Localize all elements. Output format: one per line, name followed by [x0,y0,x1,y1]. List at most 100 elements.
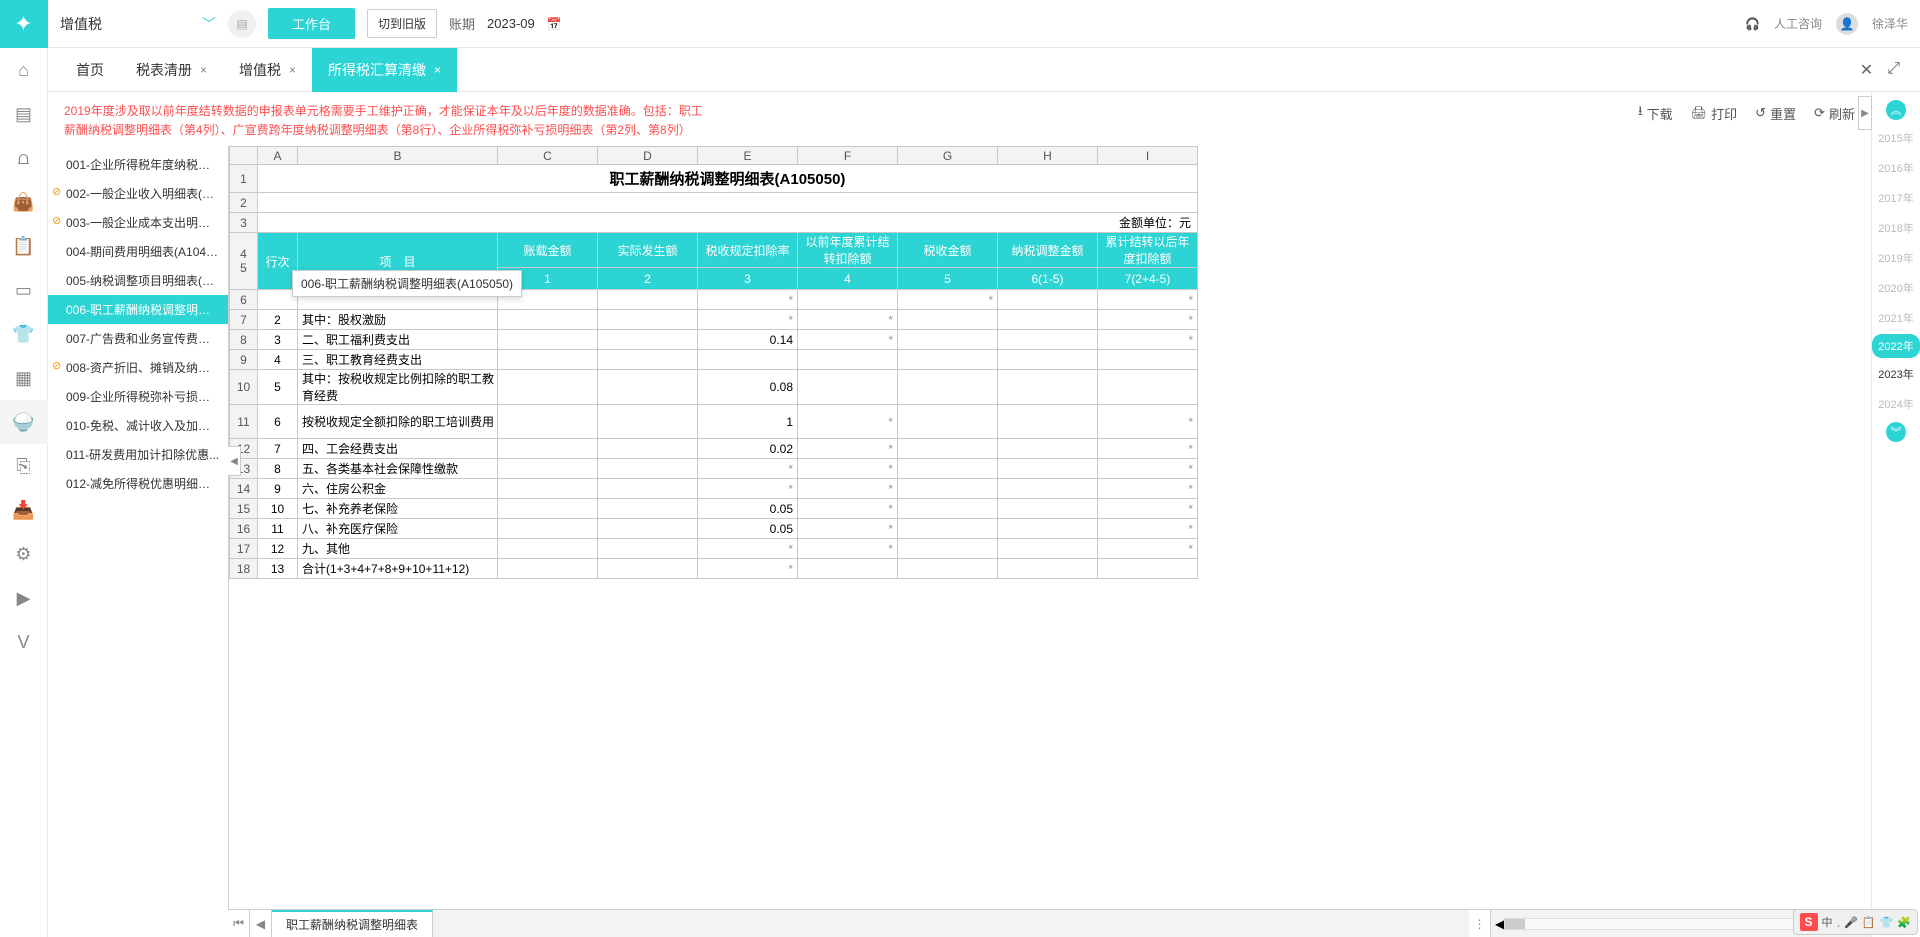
data-cell[interactable]: * [698,290,798,310]
data-cell[interactable]: * [698,479,798,499]
nav-bag-icon[interactable]: 👜 [0,180,48,224]
data-cell[interactable]: * [1098,439,1198,459]
data-cell[interactable] [598,405,698,439]
data-cell[interactable]: 0.05 [698,519,798,539]
data-cell[interactable]: * [798,310,898,330]
data-cell[interactable]: 0.08 [698,370,798,405]
year-item[interactable]: 2024年 [1874,390,1917,418]
item-cell[interactable]: 其中：股权激励 [298,310,498,330]
data-cell[interactable]: * [798,405,898,439]
data-cell[interactable] [898,439,998,459]
year-item[interactable]: 2016年 [1874,154,1917,182]
data-cell[interactable] [1098,350,1198,370]
row-num[interactable]: 12 [258,539,298,559]
data-cell[interactable] [898,350,998,370]
data-cell[interactable] [898,519,998,539]
data-cell[interactable] [798,559,898,579]
data-cell[interactable] [898,310,998,330]
form-item[interactable]: 009-企业所得税弥补亏损明... [48,382,228,411]
row-num[interactable]: 2 [258,310,298,330]
row-num[interactable]: 8 [258,459,298,479]
year-item[interactable]: 2022年 [1872,334,1919,358]
tab-所得税汇算清缴[interactable]: 所得税汇算清缴× [312,48,457,92]
row-num[interactable]: 10 [258,499,298,519]
row-num[interactable]: 13 [258,559,298,579]
sheet-prev-icon[interactable]: ◀ [250,910,272,937]
close-icon[interactable]: × [289,63,296,77]
item-cell[interactable]: 合计(1+3+4+7+8+9+10+11+12) [298,559,498,579]
nav-grid-icon[interactable]: ▦ [0,356,48,400]
nav-v-icon[interactable]: V [0,620,48,664]
data-cell[interactable] [498,519,598,539]
year-item[interactable]: 2018年 [1874,214,1917,242]
form-item[interactable]: 012-减免所得税优惠明细表(... [48,469,228,498]
data-cell[interactable] [898,479,998,499]
row-num[interactable]: 5 [258,370,298,405]
reset-button[interactable]: ↺重置 [1755,104,1796,123]
data-cell[interactable]: * [1098,310,1198,330]
data-cell[interactable]: * [1098,459,1198,479]
data-cell[interactable]: * [798,439,898,459]
ime-item[interactable]: 中 [1822,914,1833,930]
year-item[interactable]: 2023年 [1874,360,1917,388]
refresh-button[interactable]: ⟳刷新 [1814,104,1855,123]
nav-export-icon[interactable]: ⎘ [0,444,48,488]
nav-play-icon[interactable]: ▶ [0,576,48,620]
spreadsheet[interactable]: ABCDEFGHI1职工薪酬纳税调整明细表(A105050)23金额单位：元45… [228,146,1871,909]
item-cell[interactable]: 二、职工福利费支出 [298,330,498,350]
collapse-handle[interactable]: ◀ [228,446,241,476]
nav-shirt-icon[interactable]: 👕 [0,312,48,356]
sheet-first-icon[interactable]: ⏮ [228,910,250,937]
year-item[interactable]: 2017年 [1874,184,1917,212]
data-cell[interactable] [498,405,598,439]
nav-doc-icon[interactable]: ▤ [0,92,48,136]
data-cell[interactable] [998,539,1098,559]
ime-item[interactable]: ˏ [1837,916,1841,928]
data-cell[interactable] [798,370,898,405]
item-cell[interactable]: 其中：按税收规定比例扣除的职工教育经费 [298,370,498,405]
right-expand-handle[interactable]: ▶ [1858,96,1872,130]
item-cell[interactable]: 七、补充养老保险 [298,499,498,519]
data-cell[interactable] [898,405,998,439]
nav-clipboard-icon[interactable]: 📋 [0,224,48,268]
switch-old-button[interactable]: 切到旧版 [367,9,437,38]
data-cell[interactable] [998,479,1098,499]
workbench-button[interactable]: 工作台 [268,8,355,39]
data-cell[interactable]: * [1098,330,1198,350]
year-item[interactable]: 2021年 [1874,304,1917,332]
download-button[interactable]: ⭳下载 [1638,102,1673,124]
data-cell[interactable]: * [798,459,898,479]
year-up-icon[interactable]: ︽ [1886,100,1906,120]
sheet-marker-icon[interactable]: ⋮ [1469,910,1491,937]
data-cell[interactable] [498,310,598,330]
form-item[interactable]: 010-免税、减计收入及加计... [48,411,228,440]
data-cell[interactable] [1098,370,1198,405]
nav-settings-icon[interactable]: ⚙ [0,532,48,576]
item-cell[interactable]: 三、职工教育经费支出 [298,350,498,370]
data-cell[interactable] [498,479,598,499]
data-cell[interactable] [998,559,1098,579]
data-cell[interactable] [598,330,698,350]
data-cell[interactable]: * [1098,519,1198,539]
close-all-icon[interactable]: ✕ [1860,60,1873,80]
nav-inbox-icon[interactable]: 📥 [0,488,48,532]
avatar[interactable]: 👤 [1836,13,1858,35]
data-cell[interactable] [598,439,698,459]
ime-mic-icon[interactable]: 🎤 [1844,916,1858,929]
item-cell[interactable]: 五、各类基本社会保障性缴款 [298,459,498,479]
scroll-thumb[interactable] [1505,919,1525,929]
data-cell[interactable] [798,350,898,370]
data-cell[interactable] [598,519,698,539]
year-item[interactable]: 2020年 [1874,274,1917,302]
data-cell[interactable] [898,539,998,559]
support-link[interactable]: 人工咨询 [1774,15,1822,32]
row-num[interactable]: 9 [258,479,298,499]
tab-税表清册[interactable]: 税表清册× [120,48,223,92]
data-cell[interactable] [998,290,1098,310]
form-item[interactable]: 004-期间费用明细表(A1040... [48,237,228,266]
item-cell[interactable]: 九、其他 [298,539,498,559]
row-num[interactable]: 11 [258,519,298,539]
data-cell[interactable]: * [798,499,898,519]
data-cell[interactable] [498,459,598,479]
data-cell[interactable] [898,559,998,579]
